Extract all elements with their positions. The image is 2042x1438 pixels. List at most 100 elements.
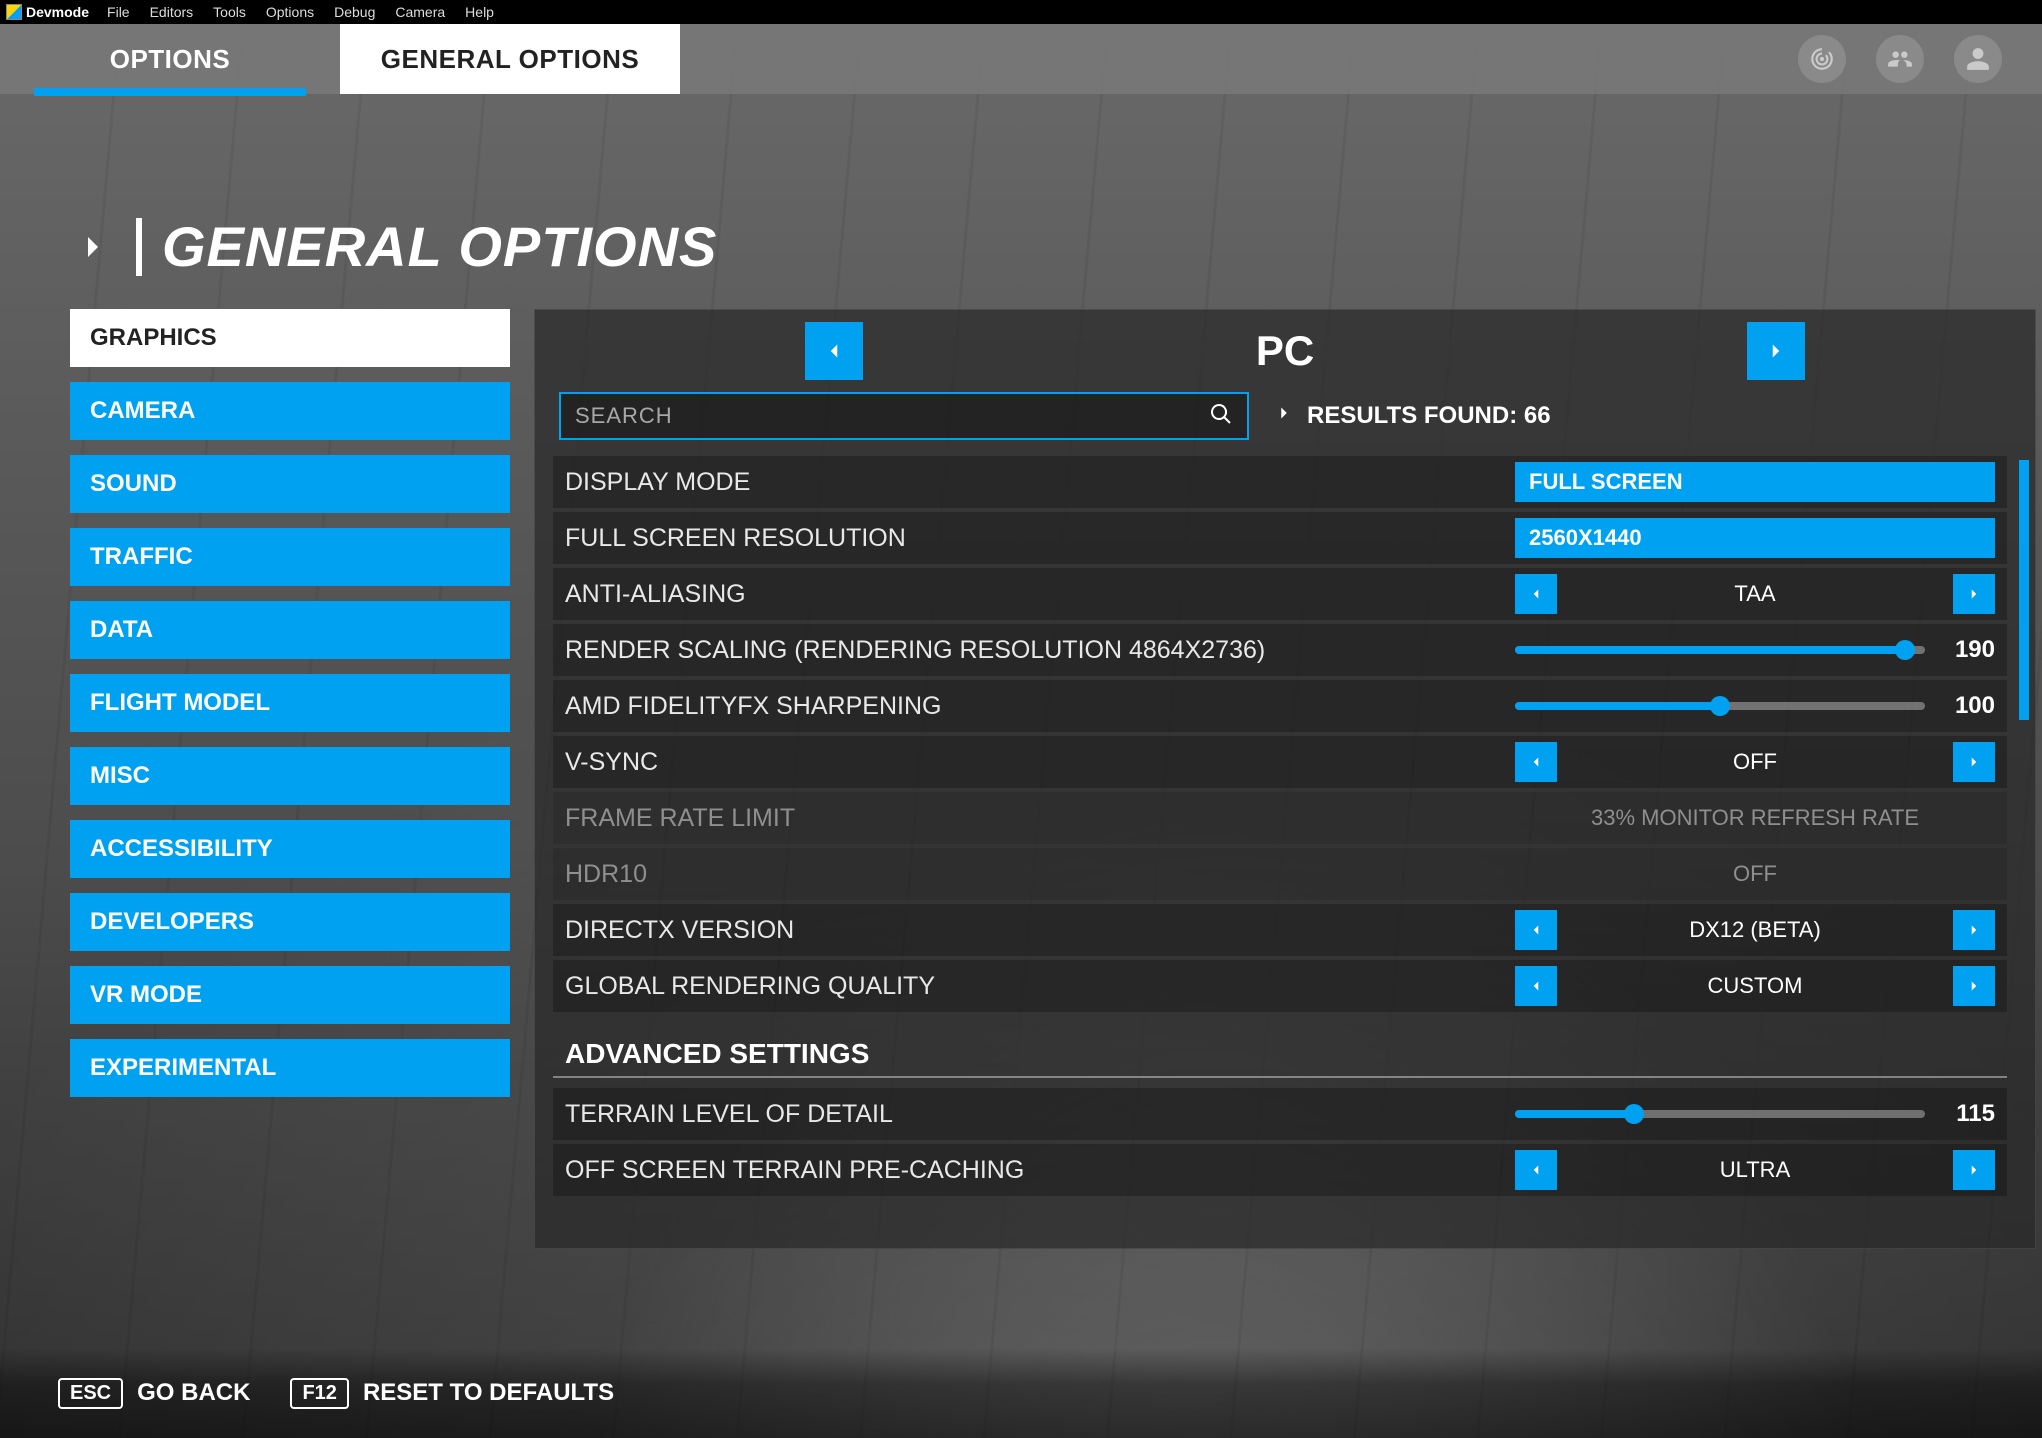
top-tabs: OPTIONS GENERAL OPTIONS [0, 24, 2042, 94]
row-anti-aliasing: ANTI-ALIASING TAA [553, 568, 2007, 620]
platform-next-button[interactable] [1747, 322, 1805, 380]
friends-icon[interactable] [1876, 35, 1924, 83]
quality-prev-button[interactable] [1515, 966, 1557, 1006]
value-resolution[interactable]: 2560X1440 [1515, 518, 1995, 558]
value-terrain-lod: 115 [1941, 1100, 1995, 1128]
search-icon [1209, 402, 1233, 431]
tab-general-options[interactable]: GENERAL OPTIONS [340, 24, 680, 94]
sidebar-item-camera[interactable]: CAMERA [70, 382, 510, 440]
sidebar-item-developers[interactable]: DEVELOPERS [70, 893, 510, 951]
results-chevron-icon [1273, 402, 1295, 431]
label-go-back: GO BACK [137, 1379, 250, 1407]
sidebar-item-sound[interactable]: SOUND [70, 455, 510, 513]
quality-next-button[interactable] [1953, 966, 1995, 1006]
profile-icon[interactable] [1954, 35, 2002, 83]
footer: ESC GO BACK F12 RESET TO DEFAULTS [0, 1348, 2042, 1438]
label-vsync: V-SYNC [565, 748, 1503, 777]
label-anti-aliasing: ANTI-ALIASING [565, 580, 1503, 609]
value-directx: DX12 (BETA) [1557, 917, 1953, 943]
row-fidelityfx: AMD FIDELITYFX SHARPENING 100 [553, 680, 2007, 732]
devmenu-tools[interactable]: Tools [203, 4, 256, 20]
label-display-mode: DISPLAY MODE [565, 468, 1503, 497]
header-chevron-icon[interactable] [70, 224, 116, 270]
devmenu-camera[interactable]: Camera [385, 4, 455, 20]
label-resolution: FULL SCREEN RESOLUTION [565, 524, 1503, 553]
scrollbar[interactable] [2019, 460, 2029, 720]
label-terrain-lod: TERRAIN LEVEL OF DETAIL [565, 1100, 1503, 1129]
row-global-quality: GLOBAL RENDERING QUALITY CUSTOM [553, 960, 2007, 1012]
aa-next-button[interactable] [1953, 574, 1995, 614]
sidebar-item-graphics[interactable]: GRAPHICS [70, 309, 510, 367]
row-frame-limit: FRAME RATE LIMIT 33% MONITOR REFRESH RAT… [553, 792, 2007, 844]
label-render-scaling: RENDER SCALING (RENDERING RESOLUTION 486… [565, 636, 1503, 665]
hint-go-back[interactable]: ESC GO BACK [58, 1378, 250, 1409]
radar-icon[interactable] [1798, 35, 1846, 83]
devmenu-help[interactable]: Help [455, 4, 504, 20]
devmenu-options[interactable]: Options [256, 4, 324, 20]
devmenu-file[interactable]: File [97, 4, 140, 20]
vsync-prev-button[interactable] [1515, 742, 1557, 782]
value-hdr10: OFF [1515, 861, 1995, 887]
tab-options-label: OPTIONS [110, 44, 231, 75]
devmode-logo-icon [6, 4, 22, 20]
main-area: GRAPHICS CAMERA SOUND TRAFFIC DATA FLIGH… [0, 309, 2042, 1249]
settings-list[interactable]: DISPLAY MODE FULL SCREEN FULL SCREEN RES… [535, 456, 2035, 1248]
platform-switcher: PC [535, 310, 2035, 392]
slider-render-scaling[interactable]: 190 [1515, 636, 1995, 664]
devmode-brand: Devmode [4, 4, 97, 20]
search-results[interactable]: RESULTS FOUND: 66 [1273, 402, 1551, 431]
sidebar-item-experimental[interactable]: EXPERIMENTAL [70, 1039, 510, 1097]
row-resolution: FULL SCREEN RESOLUTION 2560X1440 [553, 512, 2007, 564]
page-header: GENERAL OPTIONS [0, 94, 2042, 309]
vsync-next-button[interactable] [1953, 742, 1995, 782]
value-terrain-precache: ULTRA [1557, 1157, 1953, 1183]
label-directx: DIRECTX VERSION [565, 916, 1503, 945]
aa-prev-button[interactable] [1515, 574, 1557, 614]
value-vsync: OFF [1557, 749, 1953, 775]
devmode-menubar: Devmode File Editors Tools Options Debug… [0, 0, 2042, 24]
precache-prev-button[interactable] [1515, 1150, 1557, 1190]
results-label: RESULTS FOUND: 66 [1307, 402, 1551, 430]
label-global-quality: GLOBAL RENDERING QUALITY [565, 972, 1503, 1001]
label-reset: RESET TO DEFAULTS [363, 1379, 614, 1407]
top-right-icons [1798, 24, 2042, 94]
platform-label: PC [535, 327, 2035, 375]
section-advanced-settings: ADVANCED SETTINGS [553, 1016, 2007, 1078]
settings-panel: PC RESULTS FOUND: 66 [534, 309, 2036, 1249]
header-divider [136, 218, 142, 276]
page-title: GENERAL OPTIONS [162, 214, 717, 279]
sidebar-item-misc[interactable]: MISC [70, 747, 510, 805]
slider-terrain-lod[interactable]: 115 [1515, 1100, 1995, 1128]
label-frame-limit: FRAME RATE LIMIT [565, 804, 1503, 833]
dx-next-button[interactable] [1953, 910, 1995, 950]
label-fidelityfx: AMD FIDELITYFX SHARPENING [565, 692, 1503, 721]
value-render-scaling: 190 [1941, 636, 1995, 664]
sidebar-item-data[interactable]: DATA [70, 601, 510, 659]
value-anti-aliasing: TAA [1557, 581, 1953, 607]
key-esc: ESC [58, 1378, 123, 1409]
row-render-scaling: RENDER SCALING (RENDERING RESOLUTION 486… [553, 624, 2007, 676]
devmenu-editors[interactable]: Editors [140, 4, 204, 20]
precache-next-button[interactable] [1953, 1150, 1995, 1190]
label-hdr10: HDR10 [565, 860, 1503, 889]
sidebar-item-flight-model[interactable]: FLIGHT MODEL [70, 674, 510, 732]
search-input[interactable] [575, 403, 1199, 429]
sidebar: GRAPHICS CAMERA SOUND TRAFFIC DATA FLIGH… [70, 309, 510, 1249]
dx-prev-button[interactable] [1515, 910, 1557, 950]
sidebar-item-vr-mode[interactable]: VR MODE [70, 966, 510, 1024]
key-f12: F12 [290, 1378, 348, 1409]
hint-reset[interactable]: F12 RESET TO DEFAULTS [290, 1378, 614, 1409]
search-box[interactable] [559, 392, 1249, 440]
row-hdr10: HDR10 OFF [553, 848, 2007, 900]
sidebar-item-accessibility[interactable]: ACCESSIBILITY [70, 820, 510, 878]
devmenu-debug[interactable]: Debug [324, 4, 385, 20]
value-fidelityfx: 100 [1941, 692, 1995, 720]
row-terrain-lod: TERRAIN LEVEL OF DETAIL 115 [553, 1088, 2007, 1140]
tab-general-options-label: GENERAL OPTIONS [381, 44, 639, 75]
tab-options[interactable]: OPTIONS [0, 24, 340, 94]
sidebar-item-traffic[interactable]: TRAFFIC [70, 528, 510, 586]
value-display-mode[interactable]: FULL SCREEN [1515, 462, 1995, 502]
devmode-brand-label: Devmode [26, 4, 89, 20]
slider-fidelityfx[interactable]: 100 [1515, 692, 1995, 720]
platform-prev-button[interactable] [805, 322, 863, 380]
